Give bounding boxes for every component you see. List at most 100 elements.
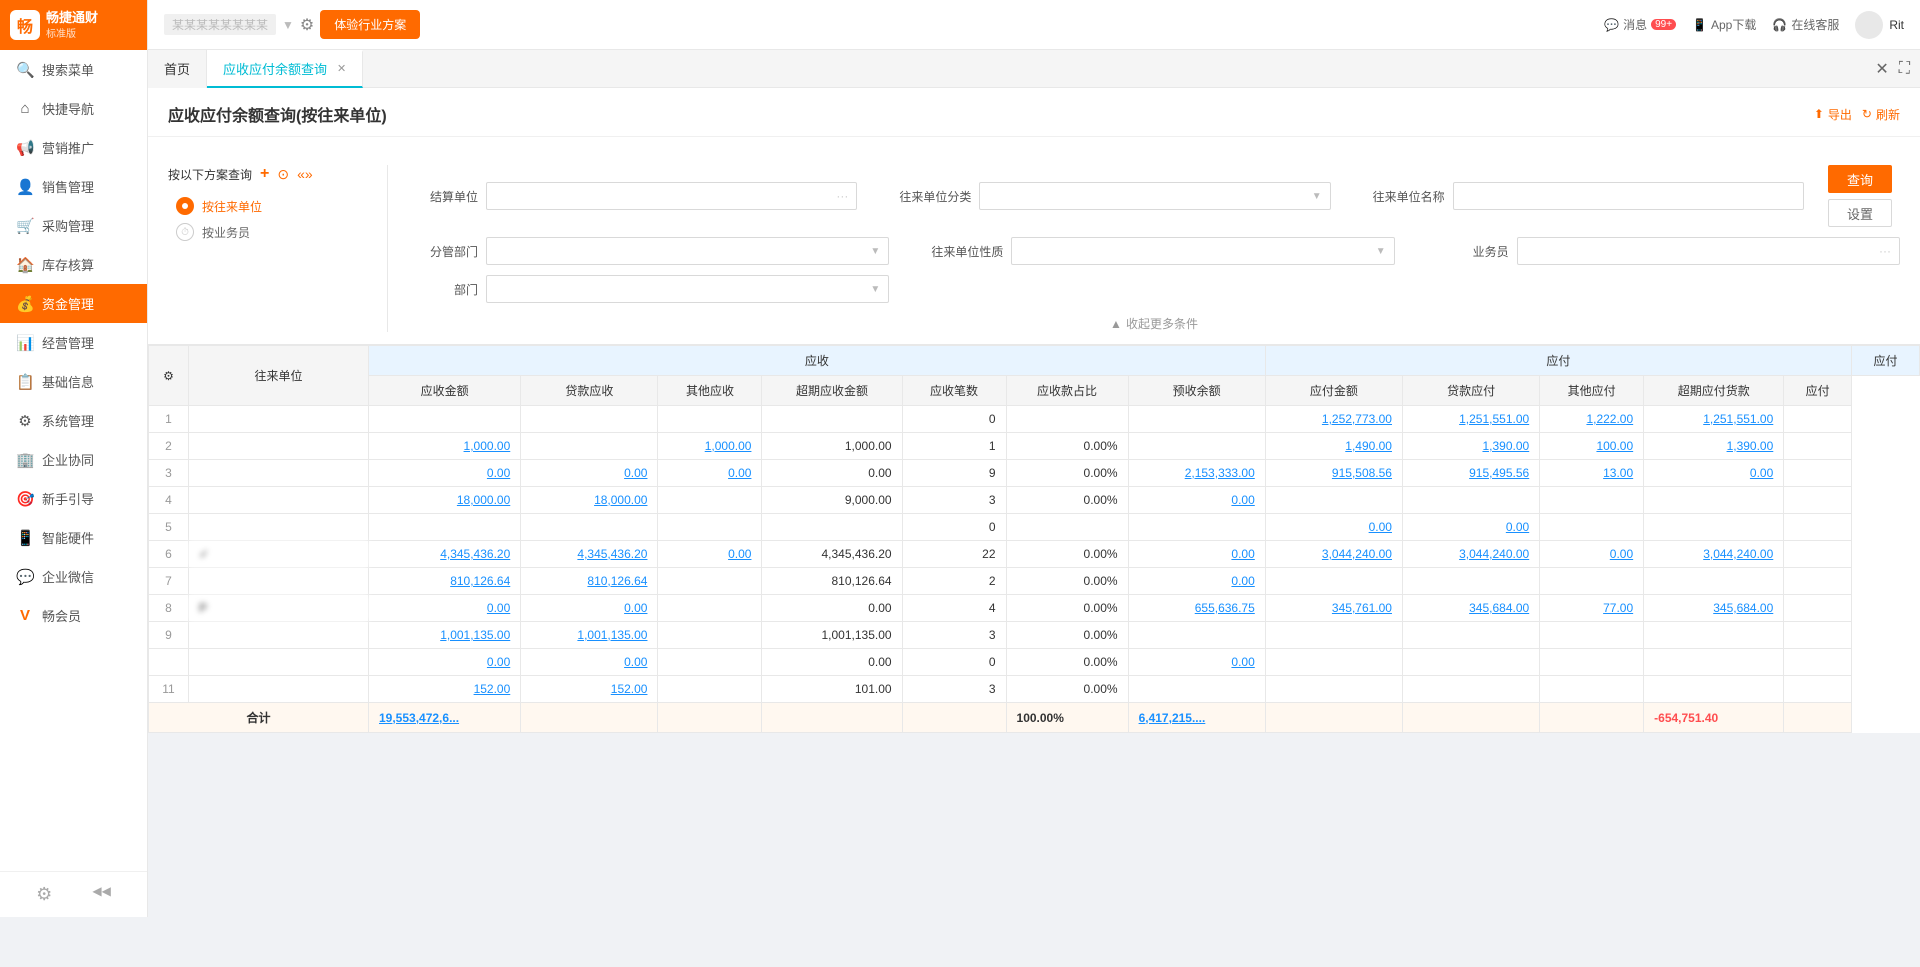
cell-ar-loan[interactable]: 4,345,436.20 — [521, 541, 658, 568]
cell-ap-overdue[interactable] — [1644, 487, 1784, 514]
cell-ar-amount[interactable]: 810,126.64 — [369, 568, 521, 595]
wanglai-name-input[interactable] — [1453, 182, 1804, 210]
cell-ap-loan[interactable]: 3,044,240.00 — [1402, 541, 1539, 568]
cell-ap-loan[interactable] — [1402, 676, 1539, 703]
cell-ar-pre[interactable]: 655,636.75 — [1128, 595, 1265, 622]
cell-ar-pre[interactable] — [1128, 406, 1265, 433]
collapse-bar[interactable]: ▲ 收起更多条件 — [408, 307, 1900, 332]
breadcrumb-dropdown[interactable]: ▼ — [282, 18, 294, 32]
message-tool[interactable]: 💬 消息 99+ — [1604, 16, 1676, 33]
sidebar-item-system[interactable]: ⚙ 系统管理 — [0, 401, 147, 440]
app-download-tool[interactable]: 📱 App下载 — [1692, 16, 1756, 33]
cell-ap-loan[interactable]: 1,251,551.00 — [1402, 406, 1539, 433]
tab-ar-ap[interactable]: 应收应付余额查询 ✕ — [207, 50, 363, 88]
cell-ap-other[interactable] — [1540, 514, 1644, 541]
cell-ap-other[interactable] — [1540, 487, 1644, 514]
promo-button[interactable]: 体验行业方案 — [320, 10, 420, 39]
cell-ar-other[interactable] — [658, 487, 762, 514]
cell-ap-amount[interactable]: 345,761.00 — [1265, 595, 1402, 622]
cell-ap-overdue[interactable] — [1644, 676, 1784, 703]
sidebar-item-hardware[interactable]: 📱 智能硬件 — [0, 518, 147, 557]
cell-ar-other[interactable]: 0.00 — [658, 541, 762, 568]
cell-ar-loan[interactable]: 810,126.64 — [521, 568, 658, 595]
cell-ar-other[interactable] — [658, 676, 762, 703]
cell-ar-pre[interactable] — [1128, 676, 1265, 703]
cell-ar-amount[interactable]: 4,345,436.20 — [369, 541, 521, 568]
cell-ap-loan[interactable] — [1402, 622, 1539, 649]
cell-ar-loan[interactable] — [521, 406, 658, 433]
cell-ar-other[interactable] — [658, 649, 762, 676]
sidebar-item-marketing[interactable]: 📢 营销推广 — [0, 128, 147, 167]
cell-ap-amount[interactable]: 1,252,773.00 — [1265, 406, 1402, 433]
cell-ar-amount[interactable] — [369, 514, 521, 541]
cell-ap-amount[interactable]: 3,044,240.00 — [1265, 541, 1402, 568]
scheme-add-icon[interactable]: + — [260, 165, 269, 183]
cell-ar-amount[interactable]: 1,001,135.00 — [369, 622, 521, 649]
cell-ap-amount[interactable] — [1265, 676, 1402, 703]
cell-ar-pre[interactable]: 2,153,333.00 — [1128, 460, 1265, 487]
cell-ap-loan[interactable] — [1402, 649, 1539, 676]
cell-ap-other[interactable] — [1540, 622, 1644, 649]
cell-ap-overdue[interactable] — [1644, 649, 1784, 676]
cell-ar-other[interactable] — [658, 595, 762, 622]
sidebar-item-ops[interactable]: 📊 经营管理 — [0, 323, 147, 362]
cell-ap-overdue[interactable]: 0.00 — [1644, 460, 1784, 487]
cell-ap-amount[interactable]: 915,508.56 — [1265, 460, 1402, 487]
cell-ap-loan[interactable]: 915,495.56 — [1402, 460, 1539, 487]
cell-ar-loan[interactable]: 0.00 — [521, 649, 658, 676]
sidebar-item-sales[interactable]: 👤 销售管理 — [0, 167, 147, 206]
cell-ap-amount[interactable]: 1,490.00 — [1265, 433, 1402, 460]
cell-ar-pre[interactable] — [1128, 514, 1265, 541]
cell-ap-other[interactable]: 0.00 — [1540, 541, 1644, 568]
user-info[interactable]: Rit — [1855, 11, 1904, 39]
cell-ar-loan[interactable]: 0.00 — [521, 460, 658, 487]
scheme-settings-icon[interactable]: ⊙ — [277, 166, 289, 183]
cell-ar-other[interactable] — [658, 514, 762, 541]
cell-ar-loan[interactable]: 152.00 — [521, 676, 658, 703]
wanglai-type-select[interactable]: ▼ — [979, 182, 1330, 210]
cell-ap-overdue[interactable] — [1644, 622, 1784, 649]
cell-ar-pre[interactable]: 0.00 — [1128, 568, 1265, 595]
sidebar-item-finance[interactable]: 💰 资金管理 — [0, 284, 147, 323]
cell-ar-amount[interactable]: 0.00 — [369, 649, 521, 676]
cell-ap-loan[interactable]: 345,684.00 — [1402, 595, 1539, 622]
sidebar-item-inventory[interactable]: 🏠 库存核算 — [0, 245, 147, 284]
tab-close-all-icon[interactable]: ✕ — [1875, 59, 1888, 79]
fenguan-select[interactable]: ▼ — [486, 237, 889, 265]
cell-ar-amount[interactable]: 0.00 — [369, 460, 521, 487]
table-header-settings[interactable]: ⚙ — [149, 346, 189, 406]
cell-ar-amount[interactable]: 1,000.00 — [369, 433, 521, 460]
cell-ap-loan[interactable]: 0.00 — [1402, 514, 1539, 541]
cell-ap-loan[interactable] — [1402, 487, 1539, 514]
cell-ap-other[interactable]: 13.00 — [1540, 460, 1644, 487]
refresh-action[interactable]: ↻ 刷新 — [1862, 106, 1900, 123]
cell-ar-loan[interactable] — [521, 514, 658, 541]
wanglai-nature-select[interactable]: ▼ — [1011, 237, 1394, 265]
cell-ar-loan[interactable]: 0.00 — [521, 595, 658, 622]
cell-ap-overdue[interactable]: 345,684.00 — [1644, 595, 1784, 622]
cell-ap-other[interactable]: 1,222.00 — [1540, 406, 1644, 433]
cell-ap-overdue[interactable]: 1,251,551.00 — [1644, 406, 1784, 433]
sidebar-collapse-icon[interactable]: ◀◀ — [92, 884, 110, 905]
cell-ap-amount[interactable] — [1265, 487, 1402, 514]
cell-ar-pre[interactable]: 0.00 — [1128, 541, 1265, 568]
sidebar-settings-icon[interactable]: ⚙ — [36, 884, 52, 905]
footer-ar-amount[interactable]: 19,553,472,6... — [369, 703, 521, 733]
query-button[interactable]: 查询 — [1828, 165, 1892, 193]
cell-ar-amount[interactable]: 152.00 — [369, 676, 521, 703]
cell-ar-other[interactable] — [658, 406, 762, 433]
cell-ar-loan[interactable]: 1,001,135.00 — [521, 622, 658, 649]
tab-close-icon[interactable]: ✕ — [337, 62, 346, 75]
cell-ap-amount[interactable]: 0.00 — [1265, 514, 1402, 541]
export-action[interactable]: ⬆ 导出 — [1814, 106, 1852, 123]
cell-ap-loan[interactable]: 1,390.00 — [1402, 433, 1539, 460]
sidebar-item-wechat[interactable]: 💬 企业微信 — [0, 557, 147, 596]
sidebar-item-quicknav[interactable]: ⌂ 快捷导航 — [0, 89, 147, 128]
cell-ar-pre[interactable] — [1128, 622, 1265, 649]
cell-ar-amount[interactable]: 18,000.00 — [369, 487, 521, 514]
jiesuan-input[interactable]: ··· — [486, 182, 857, 210]
tab-fullscreen-icon[interactable]: ⛶ — [1899, 60, 1910, 78]
cell-ar-pre[interactable] — [1128, 433, 1265, 460]
sidebar-item-search[interactable]: 🔍 搜索菜单 — [0, 50, 147, 89]
cell-ar-amount[interactable]: 0.00 — [369, 595, 521, 622]
